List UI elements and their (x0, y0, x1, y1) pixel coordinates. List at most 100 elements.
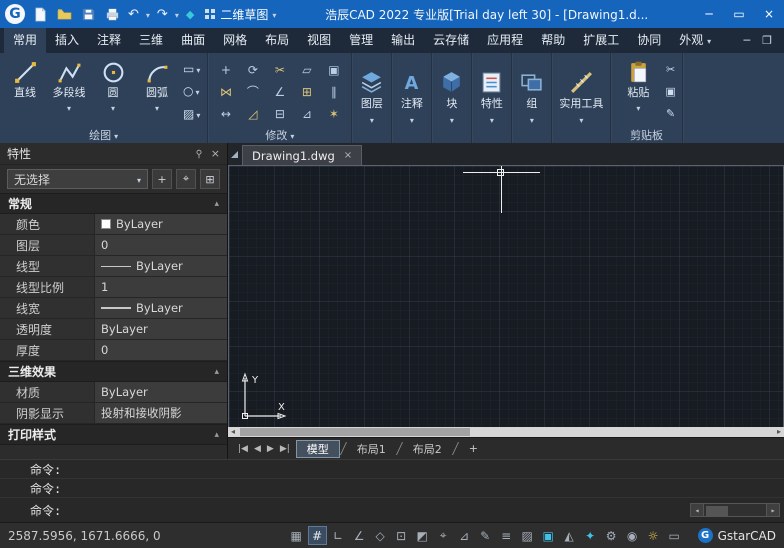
tab-view[interactable]: 视图 (298, 28, 340, 53)
transparency-value[interactable]: ByLayer (94, 319, 227, 339)
dyn-icon[interactable]: ✎ (476, 526, 495, 545)
tab-layout[interactable]: 布局 (256, 28, 298, 53)
command-scroll-left-icon[interactable]: ◂ (690, 503, 704, 517)
workspace-diamond-icon[interactable]: ◆ (186, 9, 194, 20)
layout-tab-layout1[interactable]: 布局1 (347, 440, 396, 458)
ortho-icon[interactable]: ∟ (329, 526, 348, 545)
arc-button[interactable]: 圆弧 (136, 56, 178, 127)
drawing-minimize-button[interactable]: ─ (744, 34, 751, 47)
lineweight-value[interactable]: ByLayer (94, 298, 227, 318)
properties-button[interactable]: 特性 (472, 53, 511, 143)
new-layout-button[interactable]: + (459, 440, 488, 458)
command-scroll-thumb[interactable] (706, 506, 728, 516)
rectangle-button[interactable]: ▭ (183, 61, 200, 77)
maximize-button[interactable]: ▭ (724, 0, 754, 28)
undo-dropdown-icon[interactable] (146, 7, 150, 21)
circle-button[interactable]: 圆 (92, 56, 134, 127)
command-scroll-track[interactable] (704, 503, 766, 517)
layout-prev-icon[interactable]: ◀ (254, 444, 261, 454)
utilities-button[interactable]: 实用工具 (552, 53, 610, 143)
grid-icon[interactable]: # (308, 526, 327, 545)
gear-icon[interactable]: ⚙ (602, 526, 621, 545)
scale-icon[interactable]: ◿ (239, 103, 266, 125)
join-icon[interactable]: ⊿ (293, 103, 320, 125)
mirror-icon[interactable]: ⋈ (212, 81, 239, 103)
layout-tab-layout2[interactable]: 布局2 (403, 440, 452, 458)
tab-annotate[interactable]: 注释 (88, 28, 130, 53)
tab-mesh[interactable]: 网格 (214, 28, 256, 53)
annotate-button[interactable]: A 注释 (392, 53, 431, 143)
layout-last-icon[interactable]: ▶| (280, 444, 290, 454)
select-objects-button[interactable]: ⌖ (176, 169, 196, 189)
color-value[interactable]: ByLayer (94, 214, 227, 234)
transparency-icon[interactable]: ▨ (518, 526, 537, 545)
material-value[interactable]: ByLayer (94, 382, 227, 402)
canvas-scrollbar-thumb[interactable] (240, 428, 470, 436)
tab-overflow-icon[interactable] (231, 151, 238, 158)
break-icon[interactable]: ⊟ (266, 103, 293, 125)
monitor-icon[interactable]: ◉ (623, 526, 642, 545)
copy-clip-icon[interactable]: ▣ (665, 85, 675, 98)
canvas-horizontal-scrollbar[interactable]: ◂ ▸ (228, 427, 784, 437)
paste-button[interactable]: 粘贴 (615, 56, 661, 127)
move-icon[interactable]: + (212, 59, 239, 81)
pin-icon[interactable] (193, 148, 205, 160)
tab-app[interactable]: 应用程 (478, 28, 532, 53)
isodraft-icon[interactable]: ◇ (371, 526, 390, 545)
layers-button[interactable]: 图层 (352, 53, 391, 143)
section-3d-effects[interactable]: 三维效果 ▴ (0, 361, 227, 382)
fillet-icon[interactable]: ⌒ (239, 81, 266, 103)
tab-3d[interactable]: 三维 (130, 28, 172, 53)
tab-collaborate[interactable]: 协同 (628, 28, 670, 53)
tab-manage[interactable]: 管理 (340, 28, 382, 53)
app-logo[interactable]: G (5, 4, 25, 24)
otrack-icon[interactable]: ⌖ (434, 526, 453, 545)
drawing-canvas[interactable]: Y X (228, 165, 784, 427)
cycling-icon[interactable]: ▣ (539, 526, 558, 545)
hatch-button[interactable]: ▨ (183, 106, 200, 122)
match-properties-icon[interactable]: ✎ (665, 107, 675, 120)
tab-output[interactable]: 输出 (382, 28, 424, 53)
tab-express[interactable]: 扩展工 (574, 28, 628, 53)
undo-button[interactable]: ↶ (128, 8, 139, 21)
linetype-scale-value[interactable]: 1 (94, 277, 227, 297)
modify-panel-label[interactable]: 修改 (208, 127, 351, 143)
ducs-icon[interactable]: ⊿ (455, 526, 474, 545)
section-general[interactable]: 常规 ▴ (0, 193, 227, 214)
toggle-pickadd-button[interactable]: ⊞ (200, 169, 220, 189)
polar-icon[interactable]: ∠ (350, 526, 369, 545)
annovis-icon[interactable]: ✦ (581, 526, 600, 545)
document-tab[interactable]: Drawing1.dwg × (242, 145, 362, 165)
shadow-value[interactable]: 投射和接收阴影 (94, 403, 227, 423)
minimize-button[interactable]: ─ (694, 0, 724, 28)
layout-next-icon[interactable]: ▶ (267, 444, 274, 454)
plot-button[interactable] (104, 6, 121, 23)
layout-first-icon[interactable]: |◀ (238, 444, 248, 454)
tab-insert[interactable]: 插入 (46, 28, 88, 53)
copy-icon[interactable]: ▣ (320, 59, 347, 81)
line-button[interactable]: 直线 (4, 56, 46, 127)
document-tab-close-icon[interactable]: × (344, 150, 352, 161)
redo-button[interactable]: ↷ (157, 8, 168, 21)
draw-panel-label[interactable]: 绘图 (0, 127, 207, 143)
section-plot-style[interactable]: 打印样式 ▴ (0, 424, 227, 445)
open-file-button[interactable] (56, 6, 73, 23)
osnap-icon[interactable]: ⊡ (392, 526, 411, 545)
tab-home[interactable]: 常用 (4, 28, 46, 53)
save-button[interactable] (80, 6, 97, 23)
annoscale-icon[interactable]: ◭ (560, 526, 579, 545)
layer-value[interactable]: 0 (94, 235, 227, 255)
tab-help[interactable]: 帮助 (532, 28, 574, 53)
command-input-line[interactable]: 命令: (0, 498, 784, 523)
tab-cloud[interactable]: 云存储 (424, 28, 478, 53)
snap-icon[interactable]: ▦ (287, 526, 306, 545)
group-button[interactable]: 组 (512, 53, 551, 143)
command-scroll-right-icon[interactable]: ▸ (766, 503, 780, 517)
tab-surface[interactable]: 曲面 (172, 28, 214, 53)
stretch-icon[interactable]: ↔ (212, 103, 239, 125)
close-button[interactable]: × (754, 0, 784, 28)
workspace-selector[interactable]: 二维草图 (201, 6, 279, 23)
bulb-icon[interactable]: ☼ (644, 526, 663, 545)
osnap3d-icon[interactable]: ◩ (413, 526, 432, 545)
scroll-right-icon[interactable]: ▸ (774, 427, 784, 437)
